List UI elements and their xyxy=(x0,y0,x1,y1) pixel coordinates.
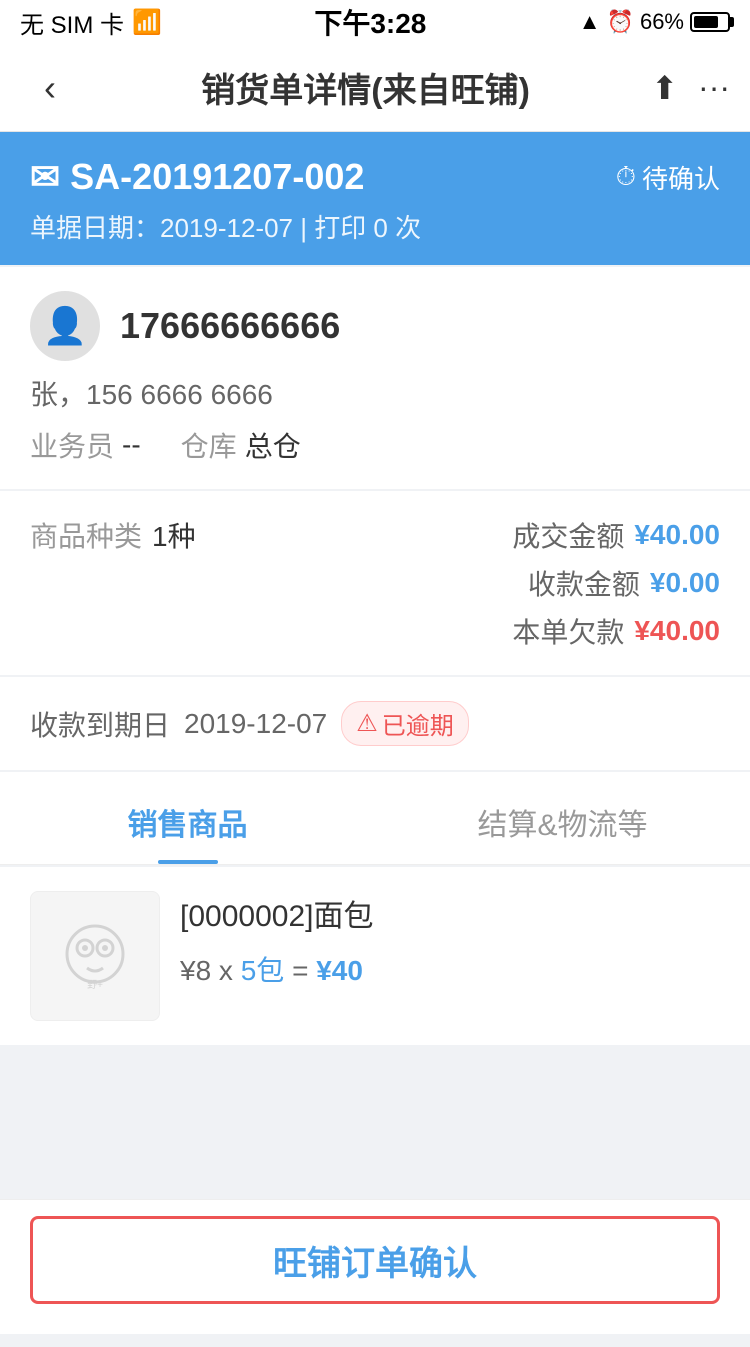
deal-amount-value: ¥40.00 xyxy=(634,519,720,551)
overdue-badge: ⚠ 已逾期 xyxy=(341,701,469,746)
order-header: ✉ SA-20191207-002 ⏱ 待确认 单据日期：2019-12-07 … xyxy=(0,132,750,265)
nav-right-actions: ⬆ ··· xyxy=(651,69,730,107)
sales-info: 业务员 -- xyxy=(30,425,141,465)
product-type-item: 商品种类 1种 xyxy=(30,515,196,555)
status-text: 待确认 xyxy=(642,159,720,196)
order-date: 单据日期：2019-12-07 | 打印 0 次 xyxy=(30,208,720,245)
customer-name: 张，156 6666 6666 xyxy=(30,373,720,413)
product-name: [0000002]面包 xyxy=(180,891,720,935)
battery-text: 66% xyxy=(640,9,684,35)
product-type-label: 商品种类 xyxy=(30,515,142,555)
status-right: ▲ ⏰ 66% xyxy=(579,9,730,35)
share-icon[interactable]: ⬆ xyxy=(651,69,678,107)
due-date-card: 收款到期日 2019-12-07 ⚠ 已逾期 xyxy=(0,677,750,770)
wifi-icon: 📶 xyxy=(132,8,162,37)
customer-card: 👤 17666666666 张，156 6666 6666 业务员 -- 仓库 … xyxy=(0,267,750,489)
order-status: ⏱ 待确认 xyxy=(616,159,720,196)
tabs: 销售商品 结算&物流等 xyxy=(0,772,750,865)
carrier-text: 无 SIM 卡 xyxy=(20,5,124,40)
customer-top: 👤 17666666666 xyxy=(30,291,720,361)
due-date-label: 收款到期日 xyxy=(30,704,170,744)
order-header-top: ✉ SA-20191207-002 ⏱ 待确认 xyxy=(30,156,720,198)
due-date-value: 2019-12-07 xyxy=(184,708,327,740)
customer-info-row: 业务员 -- 仓库 总仓 xyxy=(30,425,720,465)
warehouse-value: 总仓 xyxy=(245,425,301,465)
deal-amount-row: 成交金额 ¥40.00 xyxy=(512,515,720,555)
nav-bar: ‹ 销货单详情(来自旺铺) ⬆ ··· xyxy=(0,44,750,132)
page-title: 销货单详情(来自旺铺) xyxy=(80,63,651,112)
alarm-icon: ⏰ xyxy=(607,9,634,35)
received-label: 收款金额 xyxy=(528,563,640,603)
confirm-order-label: 旺铺订单确认 xyxy=(273,1236,477,1285)
svg-text:野+: 野+ xyxy=(87,979,103,991)
order-id-text: SA-20191207-002 xyxy=(70,156,364,198)
warehouse-info: 仓库 总仓 xyxy=(181,425,301,465)
order-id: ✉ SA-20191207-002 xyxy=(30,156,364,198)
back-button[interactable]: ‹ xyxy=(20,58,80,118)
overdue-icon: ⚠ xyxy=(356,709,378,738)
battery-icon xyxy=(690,12,730,32)
summary-right: 成交金额 ¥40.00 收款金额 ¥0.00 本单欠款 ¥40.00 xyxy=(512,515,720,651)
status-icon: ⏱ xyxy=(616,161,636,193)
sales-value: -- xyxy=(122,429,141,461)
customer-phone: 17666666666 xyxy=(120,305,340,347)
sales-label: 业务员 xyxy=(30,425,114,465)
received-amount-row: 收款金额 ¥0.00 xyxy=(528,563,720,603)
back-icon: ‹ xyxy=(44,67,56,109)
location-icon: ▲ xyxy=(579,9,601,35)
overdue-text: 已逾期 xyxy=(382,706,454,741)
product-card: 野+ [0000002]面包 ¥8 x 5包 = ¥40 xyxy=(0,867,750,1045)
tab-sales[interactable]: 销售商品 xyxy=(0,772,375,864)
product-type-value: 1种 xyxy=(152,515,196,555)
status-left: 无 SIM 卡 📶 xyxy=(20,5,162,40)
warehouse-label: 仓库 xyxy=(181,425,237,465)
due-amount-row: 本单欠款 ¥40.00 xyxy=(512,611,720,651)
product-info: [0000002]面包 ¥8 x 5包 = ¥40 xyxy=(180,891,720,989)
received-value: ¥0.00 xyxy=(650,567,720,599)
price-prefix: ¥8 x xyxy=(180,955,233,986)
status-bar: 无 SIM 卡 📶 下午3:28 ▲ ⏰ 66% xyxy=(0,0,750,44)
more-icon[interactable]: ··· xyxy=(698,69,730,106)
total-value: ¥40 xyxy=(316,955,363,986)
product-placeholder-icon: 野+ xyxy=(55,916,135,996)
product-price-row: ¥8 x 5包 = ¥40 xyxy=(180,949,720,989)
equals-sign: = xyxy=(292,955,308,986)
tab-settlement[interactable]: 结算&物流等 xyxy=(375,772,750,864)
summary-left: 商品种类 1种 xyxy=(30,515,196,555)
due-label: 本单欠款 xyxy=(512,611,624,651)
avatar: 👤 xyxy=(30,291,100,361)
tab-settlement-label: 结算&物流等 xyxy=(477,809,647,842)
tabs-container: 销售商品 结算&物流等 xyxy=(0,772,750,865)
tab-sales-label: 销售商品 xyxy=(128,809,248,842)
product-image: 野+ xyxy=(30,891,160,1021)
summary-card: 商品种类 1种 成交金额 ¥40.00 收款金额 ¥0.00 本单欠款 ¥40.… xyxy=(0,491,750,675)
bottom-bar: 旺铺订单确认 xyxy=(0,1199,750,1334)
time-display: 下午3:28 xyxy=(314,2,426,42)
due-value: ¥40.00 xyxy=(634,615,720,647)
order-id-icon: ✉ xyxy=(30,156,60,198)
deal-amount-label: 成交金额 xyxy=(512,515,624,555)
confirm-order-button[interactable]: 旺铺订单确认 xyxy=(30,1216,720,1304)
quantity-value: 5包 xyxy=(241,955,285,986)
